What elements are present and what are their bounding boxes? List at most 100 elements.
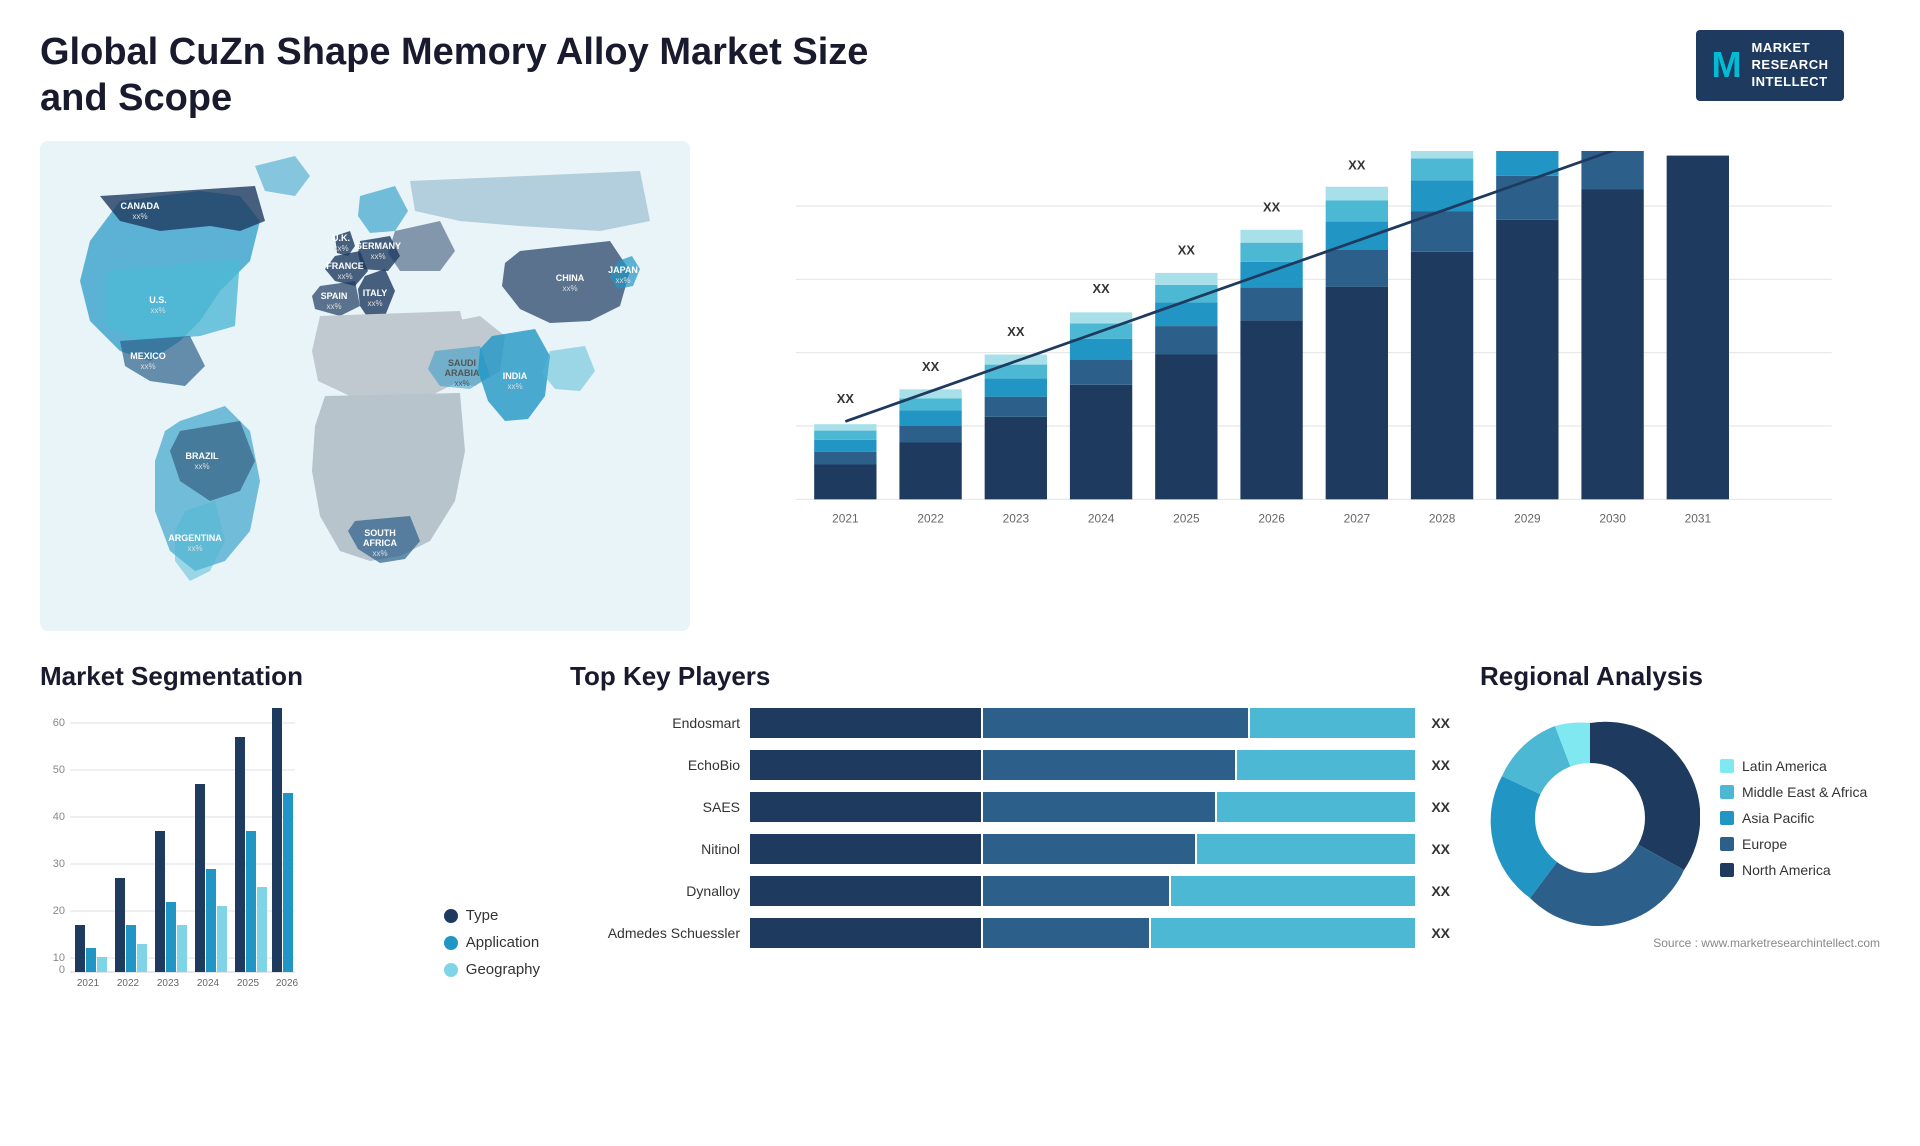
svg-text:xx%: xx% xyxy=(140,362,155,371)
svg-text:2028: 2028 xyxy=(1429,511,1456,525)
svg-text:xx%: xx% xyxy=(615,276,630,285)
segmentation-section: Market Segmentation 60 50 40 30 20 xyxy=(40,661,540,1041)
player-value-endosmart: XX xyxy=(1431,715,1450,731)
svg-text:2022: 2022 xyxy=(917,511,944,525)
svg-text:2023: 2023 xyxy=(157,978,180,989)
player-value-dynalloy: XX xyxy=(1431,883,1450,899)
player-name-nitinol: Nitinol xyxy=(570,841,740,857)
svg-text:U.K.: U.K. xyxy=(332,233,350,243)
svg-text:50: 50 xyxy=(53,764,65,776)
regional-title: Regional Analysis xyxy=(1480,661,1880,692)
svg-text:10: 10 xyxy=(53,952,65,964)
bar-seg-3 xyxy=(1151,918,1416,948)
svg-text:2030: 2030 xyxy=(1599,511,1626,525)
svg-text:ITALY: ITALY xyxy=(363,288,388,298)
svg-text:XX: XX xyxy=(1093,281,1111,296)
player-bar-echobio xyxy=(750,750,1415,780)
svg-text:XX: XX xyxy=(837,391,855,406)
legend-color-europe xyxy=(1720,837,1734,851)
player-bar-admedes xyxy=(750,918,1415,948)
bar-seg-2 xyxy=(983,792,1214,822)
svg-text:2031: 2031 xyxy=(1685,511,1712,525)
svg-text:2026: 2026 xyxy=(276,978,299,989)
svg-text:30: 30 xyxy=(53,858,65,870)
svg-text:XX: XX xyxy=(1263,200,1281,215)
legend-label-europe: Europe xyxy=(1742,836,1787,852)
svg-text:ARGENTINA: ARGENTINA xyxy=(168,533,222,543)
bar-seg-1 xyxy=(750,834,981,864)
svg-text:2024: 2024 xyxy=(1088,511,1115,525)
seg-chart-svg: 60 50 40 30 20 10 0 2021 xyxy=(40,708,300,998)
regional-legend-na: North America xyxy=(1720,862,1867,878)
legend-label-geography: Geography xyxy=(466,961,540,978)
svg-text:xx%: xx% xyxy=(507,382,522,391)
svg-text:xx%: xx% xyxy=(187,544,202,553)
regional-legend-europe: Europe xyxy=(1720,836,1867,852)
bar-seg-3 xyxy=(1250,708,1415,738)
player-row-nitinol: Nitinol XX xyxy=(570,834,1450,864)
regional-section: Regional Analysis xyxy=(1480,661,1880,1041)
logo-box: M MARKET RESEARCH INTELLECT xyxy=(1696,30,1845,101)
player-bar-endosmart xyxy=(750,708,1415,738)
legend-color-na xyxy=(1720,863,1734,877)
svg-text:BRAZIL: BRAZIL xyxy=(186,451,219,461)
player-bar-dynalloy xyxy=(750,876,1415,906)
bar-seg-2 xyxy=(983,834,1195,864)
legend-label-application: Application xyxy=(466,934,539,951)
svg-text:FRANCE: FRANCE xyxy=(326,261,364,271)
legend-color-apac xyxy=(1720,811,1734,825)
logo-area: M MARKET RESEARCH INTELLECT xyxy=(1660,30,1880,101)
svg-text:U.S.: U.S. xyxy=(149,295,167,305)
players-section: Top Key Players Endosmart XX EchoBio xyxy=(570,661,1450,1041)
seg-legend: Type Application Geography xyxy=(444,907,540,998)
bottom-row: Market Segmentation 60 50 40 30 20 xyxy=(40,661,1880,1041)
legend-label-na: North America xyxy=(1742,862,1831,878)
bar-seg-1 xyxy=(750,708,981,738)
player-name-saes: SAES xyxy=(570,799,740,815)
legend-type: Type xyxy=(444,907,540,924)
legend-label-apac: Asia Pacific xyxy=(1742,810,1814,826)
svg-text:2025: 2025 xyxy=(1173,511,1200,525)
map-svg: CANADA xx% U.S. xx% MEXICO xx% BRAZIL xx… xyxy=(40,141,690,631)
svg-text:2022: 2022 xyxy=(117,978,140,989)
bar-seg-2 xyxy=(983,708,1248,738)
svg-text:2021: 2021 xyxy=(77,978,100,989)
svg-text:2023: 2023 xyxy=(1003,511,1030,525)
legend-dot-application xyxy=(444,936,458,950)
svg-text:xx%: xx% xyxy=(370,252,385,261)
svg-text:2025: 2025 xyxy=(237,978,260,989)
svg-text:2026: 2026 xyxy=(1258,511,1285,525)
svg-text:2021: 2021 xyxy=(832,511,859,525)
bar-seg-2 xyxy=(983,876,1168,906)
regional-legend-mea: Middle East & Africa xyxy=(1720,784,1867,800)
legend-label-mea: Middle East & Africa xyxy=(1742,784,1867,800)
bar-seg-3 xyxy=(1237,750,1416,780)
bar-seg-2 xyxy=(983,750,1234,780)
player-bar-nitinol xyxy=(750,834,1415,864)
svg-text:XX: XX xyxy=(1178,243,1196,258)
svg-text:xx%: xx% xyxy=(562,284,577,293)
logo-letter: M xyxy=(1712,44,1742,86)
svg-text:SOUTH: SOUTH xyxy=(364,528,396,538)
svg-text:xx%: xx% xyxy=(367,299,382,308)
world-map: CANADA xx% U.S. xx% MEXICO xx% BRAZIL xx… xyxy=(40,141,690,631)
svg-text:XX: XX xyxy=(922,359,940,374)
regional-legend-latin: Latin America xyxy=(1720,758,1867,774)
bar-seg-1 xyxy=(750,876,981,906)
player-row-saes: SAES XX xyxy=(570,792,1450,822)
player-row-dynalloy: Dynalloy XX xyxy=(570,876,1450,906)
bar-seg-3 xyxy=(1171,876,1416,906)
svg-text:SAUDI: SAUDI xyxy=(448,358,476,368)
svg-text:60: 60 xyxy=(53,717,65,729)
svg-text:xx%: xx% xyxy=(372,549,387,558)
svg-text:CHINA: CHINA xyxy=(556,273,585,283)
svg-text:xx%: xx% xyxy=(333,244,348,253)
regional-legend-apac: Asia Pacific xyxy=(1720,810,1867,826)
svg-text:xx%: xx% xyxy=(132,212,147,221)
legend-label-latin: Latin America xyxy=(1742,758,1827,774)
svg-text:xx%: xx% xyxy=(454,379,469,388)
svg-text:ARABIA: ARABIA xyxy=(445,368,480,378)
seg-chart: 60 50 40 30 20 10 0 2021 xyxy=(40,708,424,998)
source-text: Source : www.marketresearchintellect.com xyxy=(1480,936,1880,950)
bar-seg-2 xyxy=(983,918,1148,948)
